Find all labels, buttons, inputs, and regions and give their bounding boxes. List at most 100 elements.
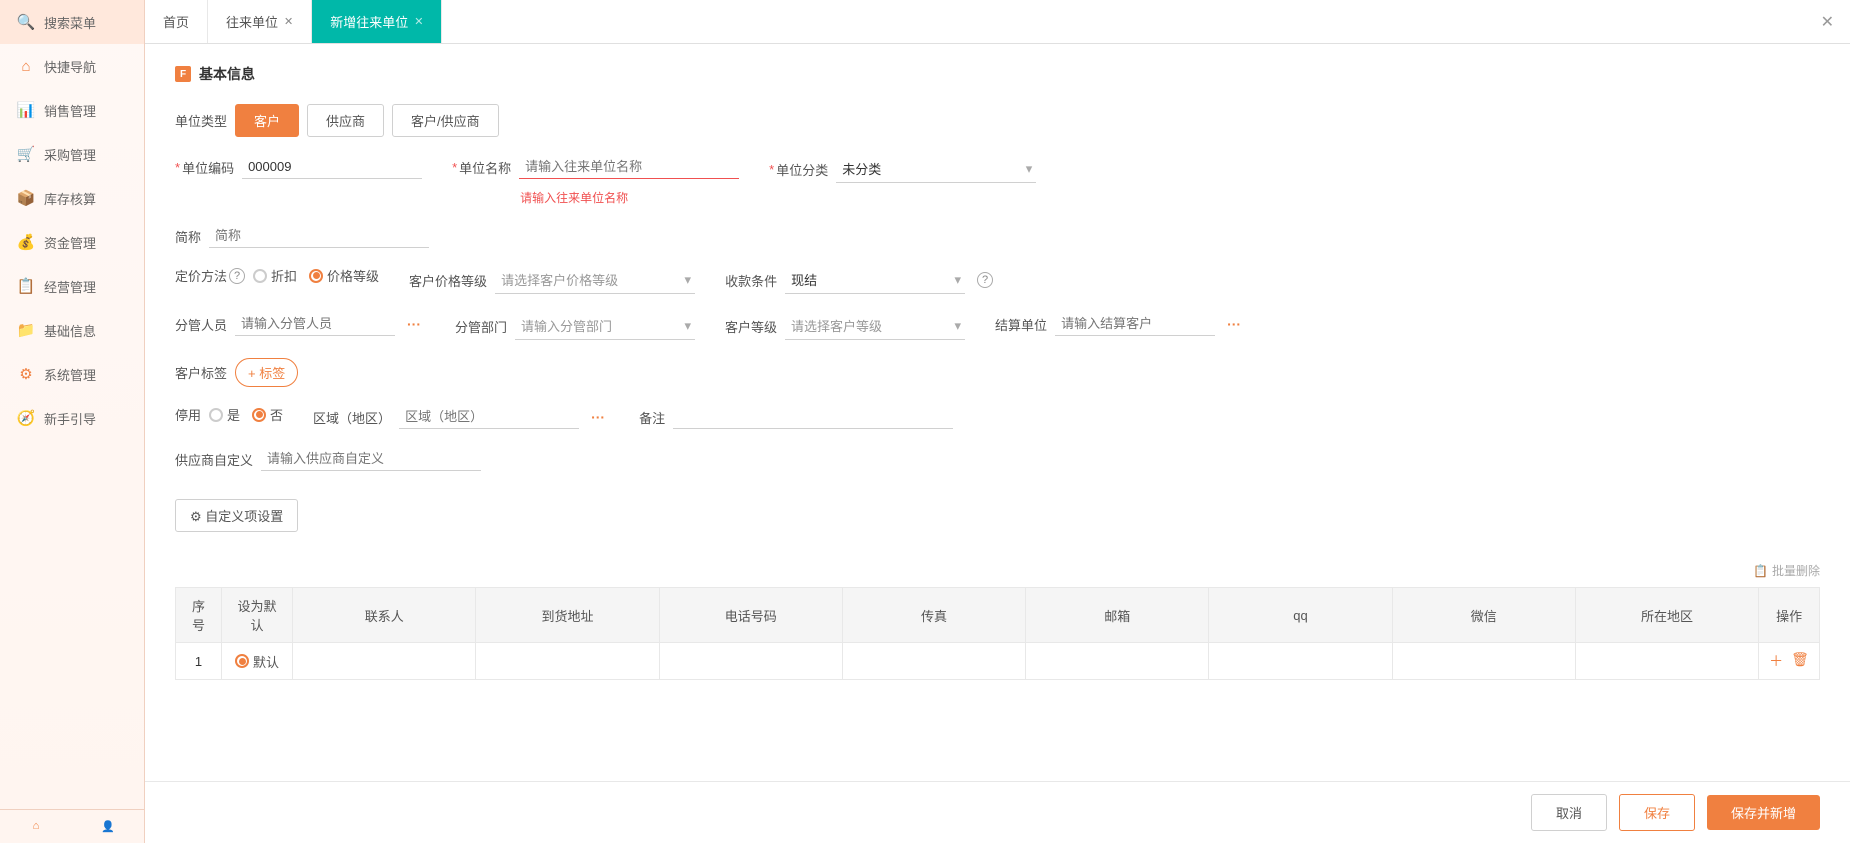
pricing-help-icon[interactable]: ? [229,268,245,284]
department-select[interactable]: 请输入分管部门 ▾ [515,312,695,340]
supplier-custom-input[interactable] [261,447,481,471]
remark-input[interactable] [673,405,953,429]
clipboard-icon: 📋 [16,276,36,296]
contact-input[interactable] [303,654,465,669]
tag-row: 客户标签 + 标签 [175,358,1820,387]
phone-input[interactable] [670,654,832,669]
manager-more-btn[interactable]: ··· [403,316,425,332]
tab-bar-close-btn[interactable]: ✕ [1805,12,1850,32]
supplier-custom-label: 供应商自定义 [175,450,253,469]
payment-terms-select[interactable]: 现结 ▾ [785,266,965,294]
pricing-row: 定价方法 ? 折扣 价格等级 客户价格等级 请选择客户价 [175,266,1820,294]
cell-phone[interactable] [659,643,842,680]
sidebar-item-inventory[interactable]: 📦 库存核算 [0,176,144,220]
add-tag-button[interactable]: + 标签 [235,358,298,387]
row-delete-btn[interactable]: 🗑 [1791,651,1809,671]
address-input[interactable] [486,654,648,669]
unit-name-error: 请输入往来单位名称 [520,189,628,206]
disabled-radios: 是 否 [209,405,283,424]
sidebar-bottom-home[interactable]: ⌂ [0,810,72,843]
tab-new-partner[interactable]: 新增往来单位 ✕ [312,0,442,43]
radio-no[interactable]: 否 [252,405,283,424]
sidebar-item-quicknav[interactable]: ⌂ 快捷导航 [0,44,144,88]
guide-icon: 🧭 [16,408,36,428]
row-default-radio[interactable]: 默认 [232,652,282,671]
unit-btn-customer[interactable]: 客户 [235,104,299,137]
qq-input[interactable] [1219,654,1381,669]
cell-fax[interactable] [842,643,1025,680]
unit-btn-supplier[interactable]: 供应商 [307,104,384,137]
tab-partners-close[interactable]: ✕ [284,15,293,28]
customer-price-level-arrow[interactable]: ▾ [681,272,696,288]
save-button[interactable]: 保存 [1619,794,1695,831]
cell-region[interactable] [1575,643,1758,680]
sidebar-item-system[interactable]: ⚙ 系统管理 [0,352,144,396]
customer-level-select[interactable]: 请选择客户等级 ▾ [785,312,965,340]
col-default: 设为默认 [221,588,292,643]
region-input[interactable] [399,405,579,429]
sidebar-item-purchase[interactable]: 🛒 采购管理 [0,132,144,176]
table-region-input[interactable] [1586,654,1748,669]
row-add-btn[interactable]: ＋ [1769,651,1783,671]
payment-help-icon[interactable]: ? [977,272,993,288]
tab-new-partner-close[interactable]: ✕ [414,15,423,28]
unit-code-input[interactable] [242,155,422,179]
table-header-row: 序号 设为默认 联系人 到货地址 电话号码 传真 邮箱 qq 微信 所在地区 操… [176,588,1820,643]
tab-partners[interactable]: 往来单位 ✕ [208,0,312,43]
save-and-add-button[interactable]: 保存并新增 [1707,795,1820,830]
customer-level-arrow[interactable]: ▾ [951,318,966,334]
batch-delete-btn[interactable]: 📋 批量删除 [1753,562,1820,579]
short-name-input[interactable] [209,224,429,248]
email-input[interactable] [1036,654,1198,669]
sidebar-bottom-user[interactable]: 👤 [72,810,144,843]
cell-wechat[interactable] [1392,643,1575,680]
manager-label: 分管人员 [175,315,227,334]
customer-price-level-select[interactable]: 请选择客户价格等级 ▾ [495,266,695,294]
tab-home[interactable]: 首页 [145,0,208,43]
department-label: 分管部门 [455,317,507,336]
cell-qq[interactable] [1209,643,1392,680]
settlement-unit-input[interactable] [1055,312,1215,336]
tab-new-partner-label: 新增往来单位 [330,12,408,31]
customer-tag-field: 客户标签 + 标签 [175,358,298,387]
settlement-more-btn[interactable]: ··· [1223,316,1245,332]
col-region: 所在地区 [1575,588,1758,643]
region-more-btn[interactable]: ··· [587,409,609,425]
batch-delete-label: 批量删除 [1772,562,1820,579]
radio-yes[interactable]: 是 [209,405,240,424]
wechat-input[interactable] [1403,654,1565,669]
radio-discount[interactable]: 折扣 [253,266,297,285]
batch-delete-icon: 📋 [1753,564,1768,578]
sidebar-item-base[interactable]: 📁 基础信息 [0,308,144,352]
unit-type-label: 单位类型 [175,111,227,130]
sidebar-item-sales[interactable]: 📊 销售管理 [0,88,144,132]
col-address: 到货地址 [476,588,659,643]
col-index: 序号 [176,588,222,643]
remark-label: 备注 [639,408,665,427]
sidebar-item-finance[interactable]: 💰 资金管理 [0,220,144,264]
fax-input[interactable] [853,654,1015,669]
cell-address[interactable] [476,643,659,680]
sidebar-item-search[interactable]: 🔍 搜索菜单 [0,0,144,44]
unit-category-arrow[interactable]: ▾ [1022,161,1037,177]
unit-name-field: * 单位名称 请输入往来单位名称 [452,155,739,206]
unit-code-label: * 单位编码 [175,158,234,177]
home-bottom-icon: ⌂ [33,820,40,832]
unit-btn-both[interactable]: 客户/供应商 [392,104,499,137]
section-title: F 基本信息 [175,64,1820,84]
cell-email[interactable] [1026,643,1209,680]
short-name-field: 简称 [175,224,429,248]
sidebar-item-guide[interactable]: 🧭 新手引导 [0,396,144,440]
custom-settings-button[interactable]: ⚙ 自定义项设置 [175,499,298,532]
cancel-button[interactable]: 取消 [1531,794,1607,831]
sidebar-item-operation[interactable]: 📋 经营管理 [0,264,144,308]
cell-contact[interactable] [293,643,476,680]
unit-name-input[interactable] [519,155,739,179]
col-email: 邮箱 [1026,588,1209,643]
cell-action: ＋ 🗑 [1759,643,1820,680]
payment-terms-arrow[interactable]: ▾ [951,272,966,288]
unit-category-select[interactable]: 未分类 ▾ [836,155,1036,183]
manager-input[interactable] [235,312,395,336]
radio-price-level[interactable]: 价格等级 [309,266,379,285]
department-arrow[interactable]: ▾ [681,318,696,334]
